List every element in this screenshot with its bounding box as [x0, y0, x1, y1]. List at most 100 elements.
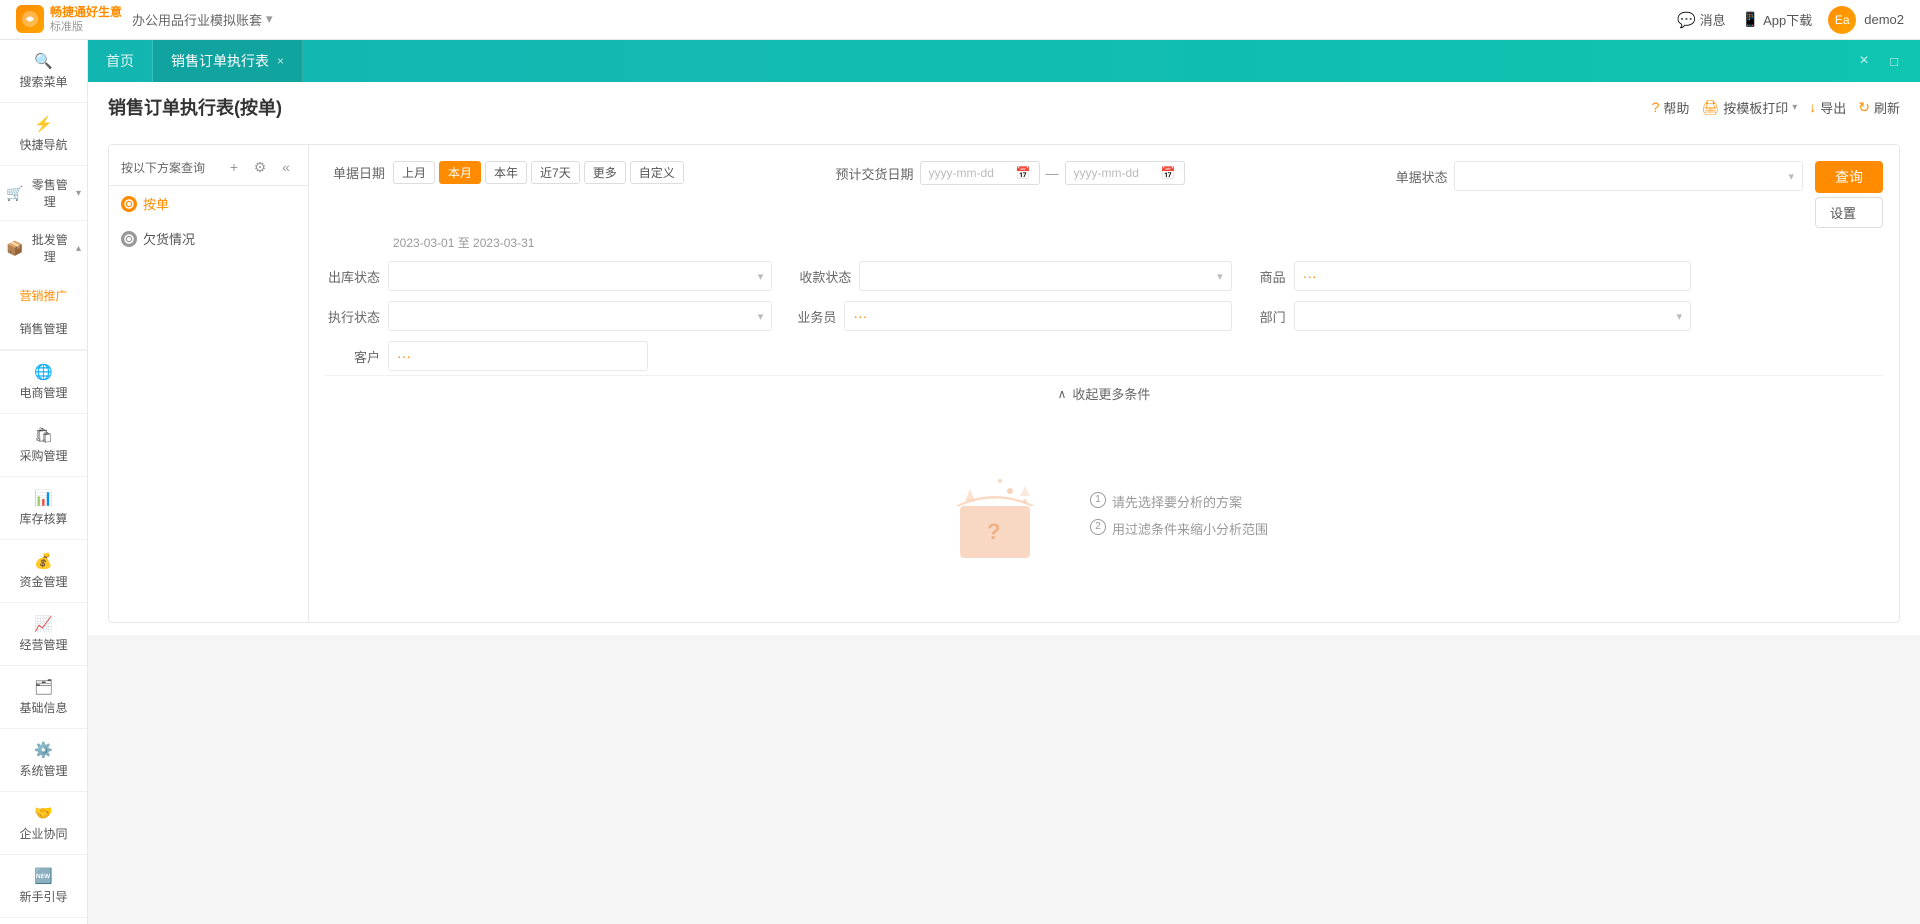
refresh-btn[interactable]: ↻ 刷新 [1858, 98, 1900, 117]
collapse-icon: ∧ [1058, 387, 1067, 401]
breadcrumb-area: 办公用品行业模拟账套 ▾ [132, 10, 273, 29]
empty-tip-1: 1 请先选择要分析的方案 [1090, 492, 1268, 511]
expected-date-start[interactable]: yyyy-mm-dd 📅 [920, 161, 1040, 185]
filter-row-1: 单据日期 上月 本月 本年 近7天 更多 自定义 [325, 161, 1883, 228]
collapse-left-btn[interactable]: « [276, 157, 296, 177]
query-btn[interactable]: 查询 [1815, 161, 1883, 193]
retail-arrow-icon: ▾ [76, 188, 81, 199]
system-icon: ⚙️ [34, 741, 53, 759]
sidebar-item-finance[interactable]: 💰 资金管理 [0, 540, 87, 603]
expected-date-label: 预计交货日期 [836, 164, 914, 183]
empty-tips: 1 请先选择要分析的方案 2 用过滤条件来缩小分析范围 [1090, 492, 1268, 546]
maximize-window-btn[interactable]: □ [1880, 47, 1908, 75]
date-filter: 单据日期 上月 本月 本年 近7天 更多 自定义 [325, 161, 824, 184]
breadcrumb-arrow-icon[interactable]: ▾ [266, 11, 273, 27]
export-btn[interactable]: ↓ 导出 [1809, 98, 1846, 117]
filter-row-3: 执行状态 ▾ 业务员 ··· [325, 301, 1883, 331]
print-btn[interactable]: 🖨 按模板打印 ▾ [1701, 98, 1797, 117]
btn-more[interactable]: 更多 [584, 161, 626, 184]
export-icon: ↓ [1809, 99, 1816, 115]
left-panel-header: 按以下方案查询 + ⚙ « [109, 157, 308, 186]
page-title: 销售订单执行表(按单) [108, 94, 282, 120]
content-body: 按以下方案查询 + ⚙ « 按单 [108, 144, 1900, 623]
execution-filter: 执行状态 ▾ [325, 301, 784, 331]
sidebar-item-ecommerce[interactable]: 🌐 电商管理 [0, 351, 87, 414]
tab-active[interactable]: 销售订单执行表 × [153, 40, 303, 82]
sidebar-item-apps[interactable]: 📱 应用中心 [0, 918, 87, 924]
btn-this-year[interactable]: 本年 [485, 161, 527, 184]
sidebar-item-search[interactable]: 🔍 搜索菜单 [0, 40, 87, 103]
btn-custom[interactable]: 自定义 [630, 161, 684, 184]
goods-filter: 商品 ··· [1244, 261, 1703, 291]
svg-text:?: ? [987, 519, 1000, 544]
btn-prev-month[interactable]: 上月 [393, 161, 435, 184]
salesperson-select[interactable]: ··· [844, 301, 1231, 331]
goods-select[interactable]: ··· [1294, 261, 1691, 291]
top-bar-left: 畅捷通好生意 标准版 办公用品行业模拟账套 ▾ [16, 5, 273, 35]
teal-header: 首页 销售订单执行表 × × □ [88, 40, 1920, 82]
dept-select[interactable]: ▾ [1294, 301, 1691, 331]
date-separator: — [1046, 166, 1059, 181]
purchase-icon: 🛍 [34, 426, 53, 444]
order-status-select[interactable]: ▾ [1454, 161, 1803, 191]
sidebar-item-basic[interactable]: 🗂 基础信息 [0, 666, 87, 729]
dept-arrow-icon: ▾ [1676, 310, 1682, 323]
logo-text: 畅捷通好生意 标准版 [50, 5, 122, 35]
settings-scheme-btn[interactable]: ⚙ [250, 157, 270, 177]
scheme-item-order[interactable]: 按单 [109, 186, 308, 221]
scheme-dot-debt [121, 231, 137, 247]
message-action[interactable]: 💬 消息 [1677, 10, 1726, 29]
enterprise-icon: 🤝 [34, 804, 53, 822]
filler-2 [1703, 301, 1883, 331]
app-download-action[interactable]: 📱 App下载 [1742, 10, 1813, 29]
payment-label: 收款状态 [796, 267, 851, 286]
sidebar-item-marketing[interactable]: 营销推广 [0, 279, 87, 312]
salesperson-label: 业务员 [796, 307, 836, 326]
wholesale-section[interactable]: 📦 批发管理 ▴ [0, 221, 87, 275]
tab-close-icon[interactable]: × [277, 54, 284, 68]
empty-tip-2: 2 用过滤条件来缩小分析范围 [1090, 519, 1268, 538]
execution-arrow-icon: ▾ [758, 310, 764, 323]
dept-label: 部门 [1256, 307, 1286, 326]
shipment-select[interactable]: ▾ [388, 261, 772, 291]
basic-icon: 🗂 [34, 678, 53, 696]
finance-icon: 💰 [34, 552, 53, 570]
sidebar-item-purchase[interactable]: 🛍 采购管理 [0, 414, 87, 477]
guide-icon: 🆕 [34, 867, 53, 885]
user-avatar: Ea [1828, 6, 1856, 34]
tab-home[interactable]: 首页 [88, 40, 153, 82]
collapse-row[interactable]: ∧ 收起更多条件 [325, 375, 1883, 411]
sidebar-item-inventory[interactable]: 📊 库存核算 [0, 477, 87, 540]
left-panel: 按以下方案查询 + ⚙ « 按单 [109, 145, 309, 622]
goods-label: 商品 [1256, 267, 1286, 286]
payment-select[interactable]: ▾ [859, 261, 1231, 291]
expected-date-end[interactable]: yyyy-mm-dd 📅 [1065, 161, 1185, 185]
customer-select[interactable]: ··· [388, 341, 648, 371]
settings-btn[interactable]: 设置 [1815, 197, 1883, 228]
execution-select[interactable]: ▾ [388, 301, 772, 331]
user-profile[interactable]: Ea demo2 [1828, 6, 1904, 34]
shipment-filter: 出库状态 ▾ [325, 261, 784, 291]
expected-date-filter: 预计交货日期 yyyy-mm-dd 📅 — yyyy-mm-dd 📅 [824, 161, 1388, 185]
sidebar-item-wholesale[interactable]: 📦 批发管理 ▴ 营销推广 销售管理 [0, 221, 87, 351]
filter-row-2: 出库状态 ▾ 收款状态 ▾ [325, 261, 1883, 291]
sidebar-item-retail[interactable]: 🛒 零售管理 ▾ [0, 166, 87, 221]
btn-recent7[interactable]: 近7天 [531, 161, 580, 184]
quicknav-icon: ⚡ [34, 115, 53, 133]
help-btn[interactable]: ? 帮助 [1652, 98, 1690, 117]
page-actions: ? 帮助 🖨 按模板打印 ▾ ↓ 导出 ↻ [1652, 98, 1900, 117]
sidebar-item-system[interactable]: ⚙️ 系统管理 [0, 729, 87, 792]
btn-this-month[interactable]: 本月 [439, 161, 481, 184]
dept-filter: 部门 ▾ [1244, 301, 1703, 331]
sidebar-item-operation[interactable]: 📈 经营管理 [0, 603, 87, 666]
sidebar-item-guide[interactable]: 🆕 新手引导 [0, 855, 87, 918]
filler-1 [1703, 261, 1883, 291]
add-scheme-btn[interactable]: + [224, 157, 244, 177]
scheme-item-debt[interactable]: 欠货情况 [109, 221, 308, 256]
main-layout: 🔍 搜索菜单 ⚡ 快捷导航 🛒 零售管理 ▾ 📦 批发管理 ▴ 营销推广 销售管… [0, 40, 1920, 924]
sidebar-item-sales[interactable]: 销售管理 [0, 312, 87, 345]
empty-state: ? 1 请先选择要分析的方案 [325, 411, 1883, 606]
close-window-btn[interactable]: × [1850, 47, 1878, 75]
sidebar-item-quicknav[interactable]: ⚡ 快捷导航 [0, 103, 87, 166]
sidebar-item-enterprise[interactable]: 🤝 企业协同 [0, 792, 87, 855]
